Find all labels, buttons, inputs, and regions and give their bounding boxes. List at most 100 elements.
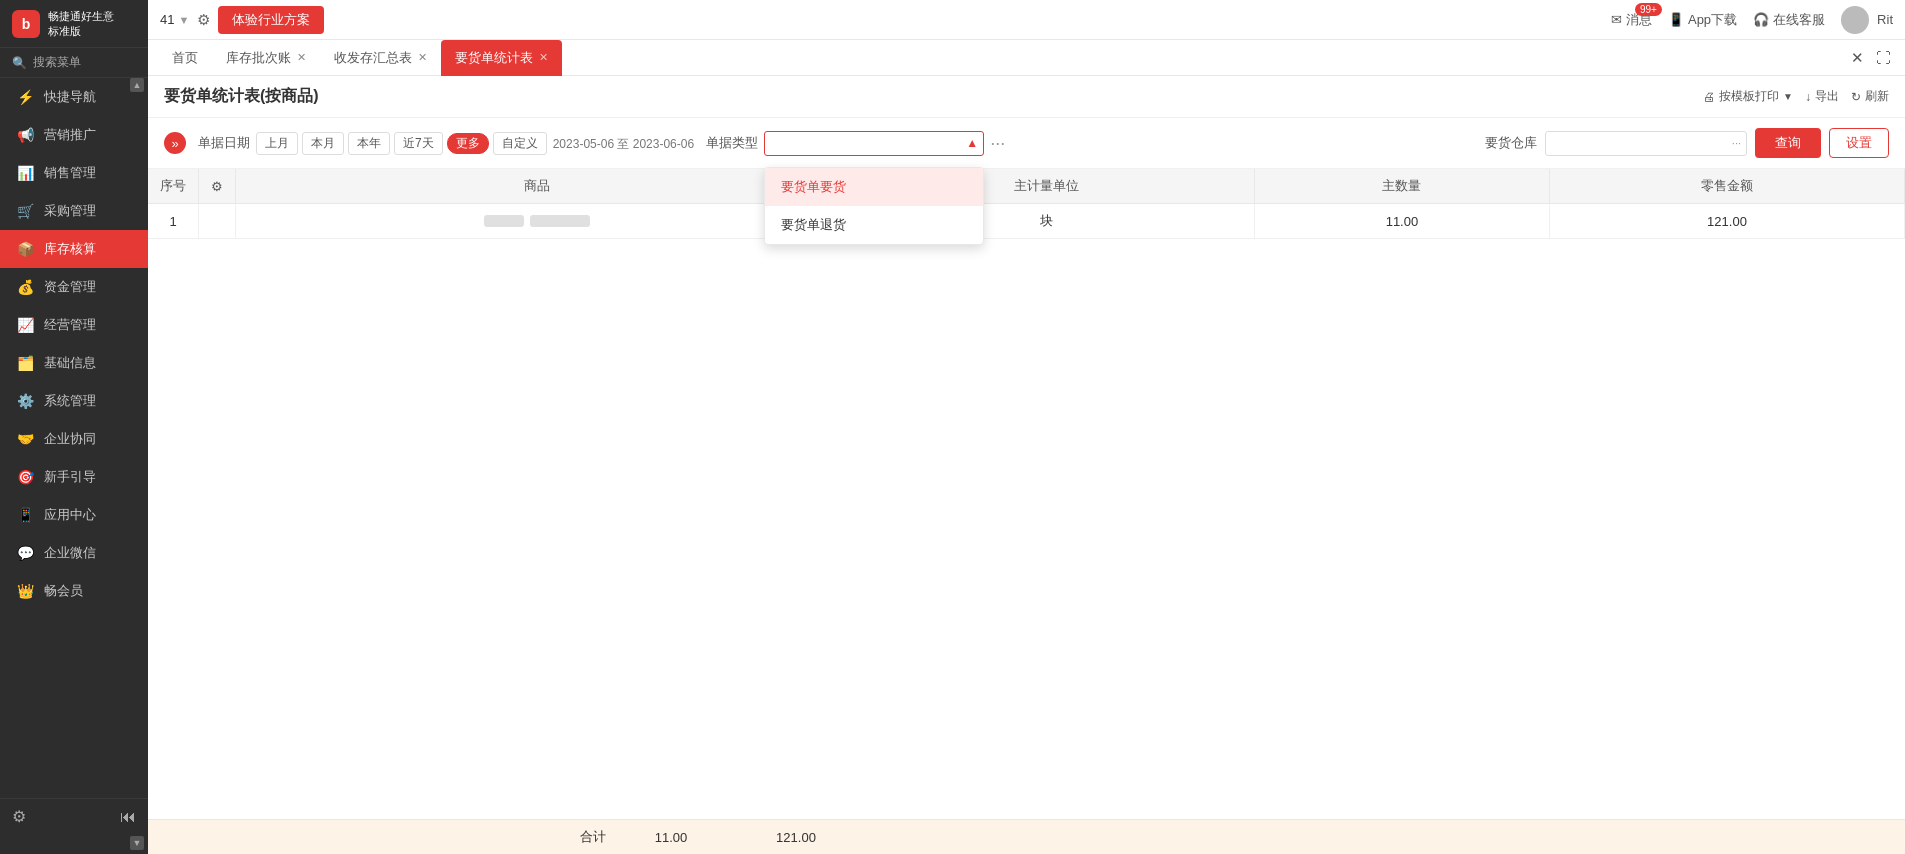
sidebar-item-quick-nav[interactable]: ⚡ 快捷导航 — [0, 78, 148, 116]
message-badge: 99+ — [1635, 3, 1662, 16]
this-month-btn[interactable]: 本月 — [302, 132, 344, 155]
header-left: 41 ▼ ⚙ 体验行业方案 — [160, 6, 324, 34]
sidebar-item-finance[interactable]: 💰 资金管理 — [0, 268, 148, 306]
title-actions: 🖨 按模板打印 ▼ ↓ 导出 ↻ 刷新 — [1703, 88, 1889, 105]
user-id-dropdown[interactable]: 41 ▼ — [160, 12, 189, 27]
col-settings[interactable]: ⚙ — [199, 169, 236, 204]
cooperation-icon: 🤝 — [16, 430, 34, 448]
app-logo: b 畅捷通好生意 标准版 — [0, 0, 148, 48]
finance-icon: 💰 — [16, 278, 34, 296]
sidebar-item-app-center[interactable]: 📱 应用中心 — [0, 496, 148, 534]
print-dropdown-icon: ▼ — [1783, 91, 1793, 102]
sidebar-item-wechat[interactable]: 💬 企业微信 — [0, 534, 148, 572]
user-avatar — [1841, 6, 1869, 34]
tab-order-summary[interactable]: 要货单统计表 ✕ — [441, 40, 562, 76]
this-year-btn[interactable]: 本年 — [348, 132, 390, 155]
filter-right: 要货仓库 ··· 查询 设置 — [1485, 128, 1889, 158]
header-right: ✉ 消息 99+ 📱 App下载 🎧 在线客服 Rit — [1611, 6, 1893, 34]
last-month-btn[interactable]: 上月 — [256, 132, 298, 155]
filter-expand-btn[interactable]: » — [164, 132, 186, 154]
dropdown-arrow-icon: ▼ — [178, 14, 189, 26]
warehouse-select-wrap: ··· — [1545, 131, 1747, 156]
query-btn[interactable]: 查询 — [1755, 128, 1821, 158]
tab-expand-icon[interactable]: ⛶ — [1872, 47, 1895, 68]
footer-label: 合计 — [446, 828, 606, 846]
tab-inventory-batch[interactable]: 库存批次账 ✕ — [212, 40, 320, 76]
search-icon: 🔍 — [12, 56, 27, 70]
header-gear-icon[interactable]: ⚙ — [197, 11, 210, 29]
tab-inventory-batch-close[interactable]: ✕ — [297, 51, 306, 64]
tab-recv-summary-close[interactable]: ✕ — [418, 51, 427, 64]
filter-date-group: 单据日期 上月 本月 本年 近7天 更多 自定义 2023-05-06 至 20… — [198, 132, 694, 155]
sidebar-item-basic[interactable]: 🗂️ 基础信息 — [0, 344, 148, 382]
main-area: 41 ▼ ⚙ 体验行业方案 ✉ 消息 99+ 📱 App下载 🎧 在线客服 R — [148, 0, 1905, 854]
last-7-days-btn[interactable]: 近7天 — [394, 132, 443, 155]
sidebar-scroll-down[interactable]: ▼ — [130, 836, 144, 850]
inventory-icon: 📦 — [16, 240, 34, 258]
search-menu[interactable]: 🔍 搜索菜单 — [0, 48, 148, 78]
product-placeholder-2 — [530, 215, 590, 227]
sidebar-scroll-up[interactable]: ▲ — [130, 78, 144, 92]
filter-more-icon[interactable]: ··· — [990, 133, 1005, 154]
sidebar-collapse-btn[interactable]: ⏮ — [120, 808, 136, 826]
user-avatar-action[interactable]: Rit — [1841, 6, 1893, 34]
sidebar-item-member[interactable]: 👑 畅会员 — [0, 572, 148, 610]
online-service-action[interactable]: 🎧 在线客服 — [1753, 11, 1825, 29]
purchase-icon: 🛒 — [16, 202, 34, 220]
warehouse-label: 要货仓库 — [1485, 134, 1537, 152]
headset-icon: 🎧 — [1753, 12, 1769, 27]
page-title: 要货单统计表(按商品) — [164, 86, 319, 107]
sidebar-item-cooperation[interactable]: 🤝 企业协同 — [0, 420, 148, 458]
more-btn[interactable]: 更多 — [447, 133, 489, 154]
settings-btn[interactable]: 设置 — [1829, 128, 1889, 158]
top-header: 41 ▼ ⚙ 体验行业方案 ✉ 消息 99+ 📱 App下载 🎧 在线客服 R — [148, 0, 1905, 40]
logo-text: 畅捷通好生意 标准版 — [48, 9, 114, 38]
logo-icon: b — [12, 10, 40, 38]
dropdown-item-0[interactable]: 要货单要货 — [765, 168, 983, 206]
cell-product — [236, 204, 840, 239]
col-amount: 零售金额 — [1549, 169, 1904, 204]
cell-seq: 1 — [148, 204, 199, 239]
phone-icon: 📱 — [1668, 12, 1684, 27]
dropdown-item-1[interactable]: 要货单退货 — [765, 206, 983, 244]
newbie-icon: 🎯 — [16, 468, 34, 486]
message-action[interactable]: ✉ 消息 99+ — [1611, 11, 1652, 29]
sidebar-item-marketing[interactable]: 📢 营销推广 — [0, 116, 148, 154]
sidebar-item-system[interactable]: ⚙️ 系统管理 — [0, 382, 148, 420]
tab-recv-summary[interactable]: 收发存汇总表 ✕ — [320, 40, 441, 76]
trial-btn[interactable]: 体验行业方案 — [218, 6, 324, 34]
print-btn[interactable]: 🖨 按模板打印 ▼ — [1703, 88, 1793, 105]
app-download-action[interactable]: 📱 App下载 — [1668, 11, 1737, 29]
col-qty: 主数量 — [1254, 169, 1549, 204]
export-btn[interactable]: ↓ 导出 — [1805, 88, 1839, 105]
filter-bar: » 单据日期 上月 本月 本年 近7天 更多 自定义 2023-05-06 至 … — [148, 118, 1905, 169]
marketing-icon: 📢 — [16, 126, 34, 144]
date-buttons: 上月 本月 本年 近7天 更多 自定义 — [256, 132, 547, 155]
sidebar-item-operations[interactable]: 📈 经营管理 — [0, 306, 148, 344]
product-placeholder-1 — [484, 215, 524, 227]
col-product: 商品 — [236, 169, 840, 204]
print-icon: 🖨 — [1703, 90, 1715, 104]
sidebar-settings-btn[interactable]: ⚙ — [12, 807, 26, 826]
tabs-bar: 首页 库存批次账 ✕ 收发存汇总表 ✕ 要货单统计表 ✕ ✕ ⛶ — [148, 40, 1905, 76]
table-area: 序号 ⚙ 商品 主计量单位 主数量 零售金额 1 — [148, 169, 1905, 819]
sidebar-item-purchase[interactable]: 🛒 采购管理 — [0, 192, 148, 230]
type-label: 单据类型 — [706, 134, 758, 152]
sidebar-item-sales[interactable]: 📊 销售管理 — [0, 154, 148, 192]
tab-close-all-icon[interactable]: ✕ — [1847, 47, 1868, 69]
date-label: 单据日期 — [198, 134, 250, 152]
refresh-btn[interactable]: ↻ 刷新 — [1851, 88, 1889, 105]
product-cell — [248, 215, 827, 227]
sidebar-bottom: ⚙ ⏮ — [0, 798, 148, 834]
sidebar-item-inventory[interactable]: 📦 库存核算 — [0, 230, 148, 268]
cell-amount: 121.00 — [1549, 204, 1904, 239]
operations-icon: 📈 — [16, 316, 34, 334]
sales-icon: 📊 — [16, 164, 34, 182]
custom-btn[interactable]: 自定义 — [493, 132, 547, 155]
warehouse-input[interactable] — [1545, 131, 1747, 156]
tab-order-summary-close[interactable]: ✕ — [539, 51, 548, 64]
type-input[interactable] — [764, 131, 984, 156]
sidebar-item-newbie[interactable]: 🎯 新手引导 — [0, 458, 148, 496]
tab-home[interactable]: 首页 — [158, 40, 212, 76]
sidebar: b 畅捷通好生意 标准版 🔍 搜索菜单 ▲ ⚡ 快捷导航 📢 营销推广 📊 销售… — [0, 0, 148, 854]
